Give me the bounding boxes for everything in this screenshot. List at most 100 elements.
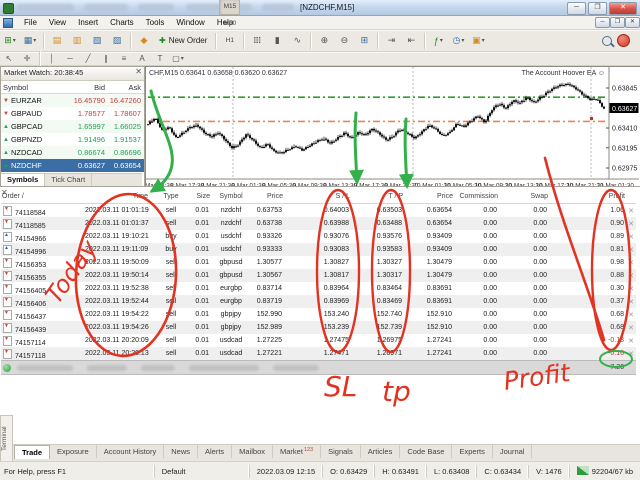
column-header-commission[interactable]: Commission — [454, 189, 499, 204]
market-watch-row-gbpnzd[interactable]: ▲ GBPNZD 1.91496 1.91537 — [1, 133, 144, 146]
close-position-icon[interactable]: ✕ — [626, 321, 636, 334]
trade-row-74157114[interactable]: 741571142022.03.11 20:20:09sell0.01usdca… — [1, 334, 636, 347]
minimize-button[interactable]: ─ — [567, 2, 586, 15]
metaeditor-button[interactable]: ◆ — [135, 32, 153, 50]
zoom-out-button[interactable]: ⊖ — [335, 32, 353, 50]
notification-badge-icon[interactable] — [617, 34, 630, 47]
close-position-icon[interactable]: ✕ — [626, 308, 636, 321]
candlestick-mode-button[interactable]: ▮ — [268, 32, 286, 50]
trade-row-74156353[interactable]: 741563532022.03.11 19:50:09sell0.01gbpus… — [1, 256, 636, 269]
column-header-price[interactable]: Price — [251, 189, 284, 204]
zoom-in-button[interactable]: ⊕ — [315, 32, 333, 50]
close-position-icon[interactable]: ✕ — [626, 230, 636, 243]
terminal-tab-exposure[interactable]: Exposure — [50, 445, 97, 458]
column-header-size[interactable]: Size — [193, 189, 211, 204]
bar-chart-mode-button[interactable]: 𝍖 — [248, 32, 266, 50]
terminal-toggle[interactable]: ▨ — [108, 32, 126, 50]
child-minimize-button[interactable]: ─ — [595, 17, 610, 28]
close-position-icon[interactable]: ✕ — [626, 347, 636, 361]
shapes-tool[interactable]: ▢ ▾ — [170, 52, 186, 65]
vertical-line-tool[interactable]: │ — [44, 52, 60, 65]
close-position-icon[interactable]: ✕ — [626, 243, 636, 256]
trendline-tool[interactable]: ╱ — [80, 52, 96, 65]
timeframe-m15-button[interactable]: M15 — [219, 0, 241, 15]
restore-button[interactable]: ❐ — [588, 2, 607, 15]
trade-row-74156437[interactable]: 741564372022.03.11 19:54:22sell0.01gbpjp… — [1, 308, 636, 321]
channel-tool[interactable]: ∥ — [98, 52, 114, 65]
menu-tools[interactable]: Tools — [140, 18, 171, 27]
crosshair-tool[interactable]: ✛ — [19, 52, 35, 65]
close-position-icon[interactable]: ✕ — [626, 217, 636, 230]
chart-shift-button[interactable]: ⇤ — [402, 32, 420, 50]
menu-charts[interactable]: Charts — [104, 18, 140, 27]
column-header-type[interactable]: Type — [149, 189, 193, 204]
market-watch-row-gbpaud[interactable]: ▼ GBPAUD 1.78577 1.78607 — [1, 107, 144, 120]
terminal-tab-news[interactable]: News — [164, 445, 198, 458]
market-watch-close-icon[interactable]: ✕ — [135, 67, 142, 76]
price-chart[interactable]: 0.638450.634100.631950.629750.636278 Mar… — [146, 67, 639, 189]
new-order-button[interactable]: ✚ New Order — [154, 32, 212, 50]
close-position-icon[interactable]: ✕ — [626, 334, 636, 347]
trade-row-74157118[interactable]: 741571182022.03.11 20:20:13sell0.01usdca… — [1, 347, 636, 361]
terminal-tab-alerts[interactable]: Alerts — [198, 445, 233, 458]
child-close-button[interactable]: ✕ — [625, 17, 640, 28]
terminal-tab-journal[interactable]: Journal — [493, 445, 533, 458]
terminal-side-tab[interactable]: Terminal — [0, 415, 13, 463]
menu-insert[interactable]: Insert — [72, 18, 104, 27]
terminal-tab-account-history[interactable]: Account History — [97, 445, 165, 458]
fibonacci-tool[interactable]: ≡ — [116, 52, 132, 65]
trade-row-74118585[interactable]: 741185852022.03.11 01:01:37sell0.01nzdch… — [1, 217, 636, 230]
column-header-sl[interactable]: S / L — [284, 189, 351, 204]
tile-windows-button[interactable]: ⊞ — [355, 32, 373, 50]
menu-file[interactable]: File — [18, 18, 43, 27]
market-watch-row-nzdchf[interactable]: ▲ NZDCHF 0.63627 0.63654 — [1, 159, 144, 172]
auto-scroll-button[interactable]: ⇥ — [382, 32, 400, 50]
column-header-tp[interactable]: T / P — [351, 189, 404, 204]
close-position-icon[interactable]: ✕ — [626, 204, 636, 218]
trade-row-74154996[interactable]: 741549962022.03.11 19:11:09buy0.01usdchf… — [1, 243, 636, 256]
close-position-icon[interactable]: ✕ — [626, 256, 636, 269]
timeframe-m30-button[interactable]: M30 — [219, 15, 240, 32]
terminal-tab-code-base[interactable]: Code Base — [400, 445, 453, 458]
terminal-tab-experts[interactable]: Experts — [452, 445, 493, 458]
terminal-tab-trade[interactable]: Trade — [14, 445, 51, 459]
column-header-time[interactable]: Time — [83, 189, 149, 204]
market-watch-toggle[interactable]: ▤ — [48, 32, 66, 50]
periods-button[interactable]: ◷ ▾ — [449, 32, 467, 50]
column-header-order[interactable]: Order / — [1, 189, 83, 204]
chart-window[interactable]: 0.638450.634100.631950.629750.636278 Mar… — [145, 66, 640, 192]
indicators-button[interactable]: ƒ ▾ — [429, 32, 447, 50]
templates-button[interactable]: ▣ ▾ — [469, 32, 487, 50]
terminal-tab-articles[interactable]: Articles — [361, 445, 401, 458]
terminal-tab-signals[interactable]: Signals — [321, 445, 361, 458]
cursor-tool[interactable]: ↖ — [1, 52, 17, 65]
status-profile[interactable]: Default — [153, 465, 249, 478]
search-icon[interactable] — [602, 36, 612, 46]
close-position-icon[interactable]: ✕ — [626, 295, 636, 308]
trade-row-74154966[interactable]: 741549662022.03.11 19:10:21buy0.01usdchf… — [1, 230, 636, 243]
market-watch-row-gbpcad[interactable]: ▲ GBPCAD 1.65997 1.66025 — [1, 120, 144, 133]
terminal-tab-mailbox[interactable]: Mailbox — [232, 445, 274, 458]
menu-window[interactable]: Window — [170, 18, 210, 27]
text-tool[interactable]: A — [134, 52, 150, 65]
data-window-toggle[interactable]: ▥ — [68, 32, 86, 50]
close-position-icon[interactable]: ✕ — [626, 282, 636, 295]
trade-row-74156405[interactable]: 741564052022.03.11 19:52:38sell0.01eurgb… — [1, 282, 636, 295]
close-button[interactable]: ✕ — [609, 2, 637, 15]
horizontal-line-tool[interactable]: ─ — [62, 52, 78, 65]
timeframe-h1-button[interactable]: H1 — [219, 32, 240, 49]
new-chart-button[interactable]: ⊞ ▾ — [1, 32, 19, 50]
child-restore-button[interactable]: ❐ — [610, 17, 625, 28]
trade-row-74118584[interactable]: 741185842022.03.11 01:01:19sell0.01nzdch… — [1, 204, 636, 218]
label-tool[interactable]: T — [152, 52, 168, 65]
market-watch-row-nzdcad[interactable]: ▲ NZDCAD 0.86674 0.86696 — [1, 146, 144, 159]
profiles-button[interactable]: ▦ ▾ — [21, 32, 39, 50]
market-watch-row-eurzar[interactable]: ▼ EURZAR 16.45790 16.47260 — [1, 94, 144, 107]
column-header-profit[interactable]: Profit — [549, 189, 626, 204]
column-header-swap[interactable]: Swap — [499, 189, 549, 204]
column-header-price[interactable]: Price — [404, 189, 454, 204]
terminal-tab-market[interactable]: Market 123 — [273, 445, 322, 458]
trade-row-74156355[interactable]: 741563552022.03.11 19:50:14sell0.01gbpus… — [1, 269, 636, 282]
close-position-icon[interactable]: ✕ — [626, 269, 636, 282]
column-header-symbol[interactable]: Symbol — [211, 189, 251, 204]
